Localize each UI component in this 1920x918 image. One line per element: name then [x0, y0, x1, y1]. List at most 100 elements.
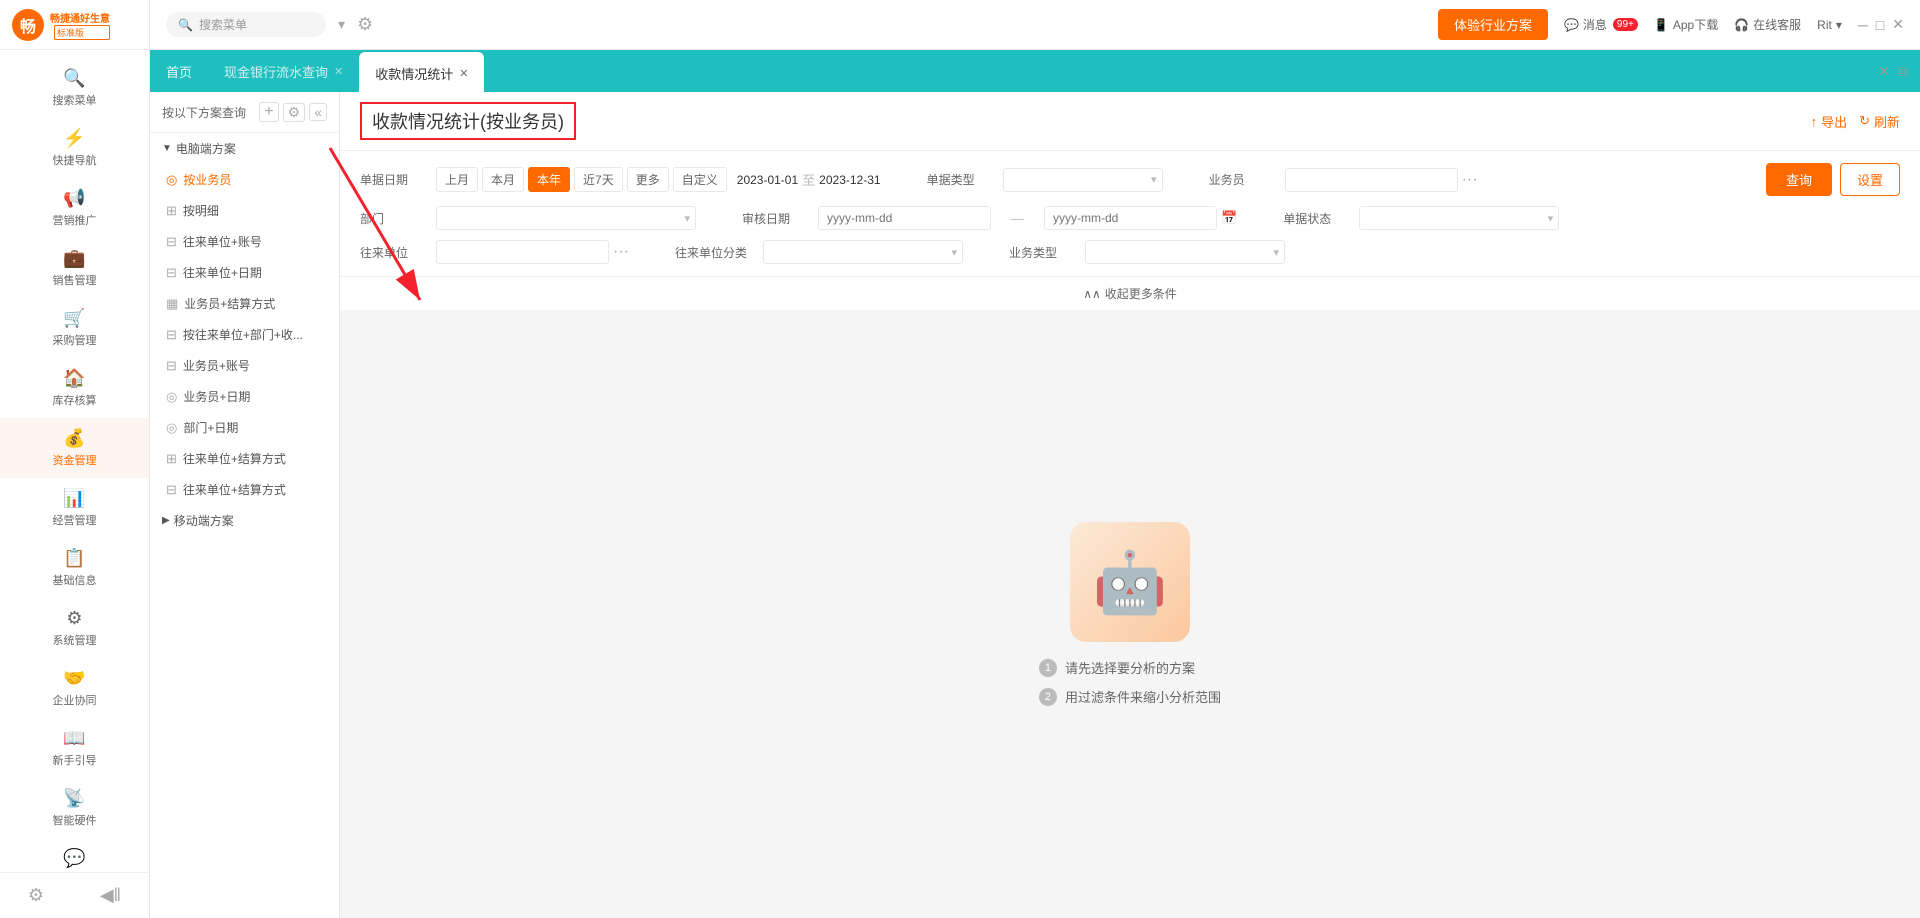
sidebar-item-企业协同[interactable]: 🤝 企业协同: [0, 658, 149, 718]
review-date-to[interactable]: [1044, 206, 1217, 230]
step-2-num: 2: [1039, 688, 1057, 706]
tree-item-label: 往来单位+日期: [183, 264, 262, 281]
search-dropdown-icon[interactable]: ▾: [338, 16, 345, 33]
sidebar-item-新手引导[interactable]: 📖 新手引导: [0, 718, 149, 778]
doc-status-label: 单据状态: [1283, 210, 1343, 227]
query-button[interactable]: 查询: [1766, 163, 1832, 196]
date-tab-last-7[interactable]: 近7天: [574, 167, 623, 192]
date-tab-custom[interactable]: 自定义: [673, 167, 727, 192]
page-actions: ↑ 导出 ↻ 刷新: [1811, 112, 1900, 131]
tree-item[interactable]: ⊟ 按往来单位+部门+收...: [150, 319, 339, 350]
left-panel-actions: + ⚙ «: [259, 102, 327, 122]
counterpart-category-label: 往来单位分类: [675, 244, 747, 261]
trial-button[interactable]: 体验行业方案: [1438, 9, 1548, 40]
tab-bank-flow[interactable]: 现金银行流水查询 ✕: [208, 50, 359, 92]
tree-item[interactable]: ◎按业务员: [150, 164, 339, 195]
tab-close-button[interactable]: ✕: [1878, 63, 1890, 80]
tree-item[interactable]: ⊟往来单位+账号: [150, 226, 339, 257]
app-download-action[interactable]: 📱 App下载: [1654, 16, 1718, 33]
collapse-panel-button[interactable]: «: [309, 103, 327, 121]
counterpart-category-select[interactable]: [763, 240, 963, 264]
date-tab-more[interactable]: 更多: [627, 167, 669, 192]
date-tab-this-month[interactable]: 本月: [482, 167, 524, 192]
tree-group-header[interactable]: ▶移动端方案: [150, 505, 339, 536]
sidebar-item-资金管理[interactable]: 💰 资金管理: [0, 418, 149, 478]
tree-item[interactable]: ⊟业务员+账号: [150, 350, 339, 381]
tree-item[interactable]: ⊟往来单位+结算方式: [150, 474, 339, 505]
filter-section: 单据日期 上月 本月 本年 近7天 更多 自定义 2023-01-01 至 20…: [340, 151, 1920, 310]
sidebar-icon: 📊: [63, 488, 85, 509]
sidebar: 畅 畅捷通好生意 标准版 🔍 搜索菜单 ⚡ 快捷导航 📢 营销推广 💼 销售管理…: [0, 0, 150, 918]
doc-status-select[interactable]: [1359, 206, 1559, 230]
step-2-text: 用过滤条件来缩小分析范围: [1065, 687, 1221, 706]
minimize-button[interactable]: ─: [1858, 17, 1868, 33]
business-type-select[interactable]: [1085, 240, 1285, 264]
maximize-button[interactable]: □: [1876, 17, 1884, 33]
tab-collection-stats[interactable]: 收款情况统计 ✕: [359, 52, 484, 94]
salesperson-input[interactable]: [1285, 168, 1458, 192]
salesperson-more-icon[interactable]: ···: [1462, 171, 1478, 189]
user-dropdown-icon: ▾: [1836, 18, 1842, 32]
refresh-button[interactable]: ↻ 刷新: [1859, 112, 1900, 131]
sidebar-item-基础信息[interactable]: 📋 基础信息: [0, 538, 149, 598]
sidebar-label: 系统管理: [53, 632, 97, 648]
collapse-bar[interactable]: ∧∧ 收起更多条件: [340, 277, 1920, 310]
sidebar-label: 采购管理: [53, 332, 97, 348]
category-label: 单据类型: [927, 171, 987, 188]
dept-select[interactable]: [436, 206, 696, 230]
topbar-gear-icon[interactable]: ⚙: [357, 14, 373, 35]
review-date-from[interactable]: [818, 206, 991, 230]
counterpart-more-icon[interactable]: ···: [613, 243, 629, 261]
date-to-value: 2023-12-31: [819, 173, 880, 187]
online-service-action[interactable]: 🎧 在线客服: [1734, 16, 1801, 33]
tree-item[interactable]: ◎部门+日期: [150, 412, 339, 443]
tree-group-header[interactable]: ▼电脑端方案: [150, 133, 339, 164]
messages-action[interactable]: 💬 消息 99+: [1564, 16, 1638, 33]
scheme-settings-button[interactable]: ⚙: [283, 103, 306, 122]
right-panel: 收款情况统计(按业务员) ↑ 导出 ↻ 刷新: [340, 92, 1920, 918]
sidebar-item-快捷导航[interactable]: ⚡ 快捷导航: [0, 118, 149, 178]
search-bar[interactable]: 🔍 搜索菜单: [166, 12, 326, 37]
sidebar-item-销售管理[interactable]: 💼 销售管理: [0, 238, 149, 298]
tree-item-icon: ▦: [166, 296, 178, 312]
tab-collection-stats-close[interactable]: ✕: [459, 67, 468, 80]
date-tab-this-year[interactable]: 本年: [528, 167, 570, 192]
counterpart-input[interactable]: [436, 240, 609, 264]
tree-item-icon: ⊞: [166, 451, 177, 467]
tree-item-icon: ⊟: [166, 327, 177, 343]
tree-item-label: 按往来单位+部门+收...: [183, 326, 303, 343]
sidebar-item-搜索菜单[interactable]: 🔍 搜索菜单: [0, 58, 149, 118]
sidebar-item-企业微信[interactable]: 💬 企业微信: [0, 838, 149, 872]
add-scheme-button[interactable]: +: [259, 102, 278, 122]
user-avatar[interactable]: Rit ▾: [1817, 18, 1842, 32]
category-select[interactable]: [1003, 168, 1163, 192]
close-button[interactable]: ✕: [1892, 16, 1904, 33]
date-tab-last-month[interactable]: 上月: [436, 167, 478, 192]
tab-bank-flow-close[interactable]: ✕: [334, 65, 343, 78]
page-header: 收款情况统计(按业务员) ↑ 导出 ↻ 刷新: [340, 92, 1920, 151]
sidebar-item-经营管理[interactable]: 📊 经营管理: [0, 478, 149, 538]
tree-item[interactable]: ⊞按明细: [150, 195, 339, 226]
settings-button[interactable]: 设置: [1840, 163, 1900, 196]
review-date-to-calendar-icon[interactable]: 📅: [1221, 210, 1237, 226]
empty-step-2: 2 用过滤条件来缩小分析范围: [1039, 687, 1221, 706]
sidebar-item-系统管理[interactable]: ⚙ 系统管理: [0, 598, 149, 658]
sidebar-icon: 📖: [63, 728, 85, 749]
tab-home[interactable]: 首页: [150, 50, 208, 92]
tree-item-icon: ⊞: [166, 203, 177, 219]
tree-item[interactable]: ⊞往来单位+结算方式: [150, 443, 339, 474]
collapse-sidebar-icon[interactable]: ◀‖: [100, 885, 121, 906]
tab-restore-button[interactable]: ⧉: [1898, 63, 1908, 80]
tree-item[interactable]: ⊟往来单位+日期: [150, 257, 339, 288]
sidebar-item-采购管理[interactable]: 🛒 采购管理: [0, 298, 149, 358]
sidebar-item-智能硬件[interactable]: 📡 智能硬件: [0, 778, 149, 838]
sidebar-item-营销推广[interactable]: 📢 营销推广: [0, 178, 149, 238]
tree-item[interactable]: ◎业务员+日期: [150, 381, 339, 412]
settings-footer-icon[interactable]: ⚙: [28, 885, 44, 906]
sidebar-icon: ⚡: [63, 128, 85, 149]
tree-item[interactable]: ▦业务员+结算方式: [150, 288, 339, 319]
sidebar-item-库存核算[interactable]: 🏠 库存核算: [0, 358, 149, 418]
phone-icon: 📱: [1654, 18, 1669, 32]
export-icon: ↑: [1811, 114, 1818, 129]
export-button[interactable]: ↑ 导出: [1811, 112, 1848, 131]
